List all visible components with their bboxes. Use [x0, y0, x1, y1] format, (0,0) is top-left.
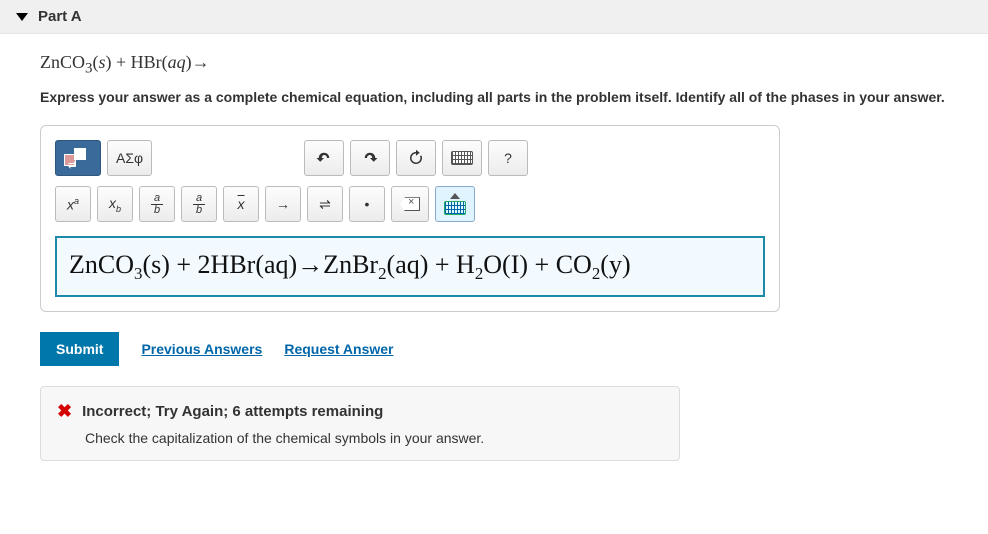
toolbar-secondary: xa xb ab ab x → ⇌ •	[55, 186, 765, 222]
greek-templates-button[interactable]: ΑΣφ	[107, 140, 152, 176]
dot-button[interactable]: •	[349, 186, 385, 222]
dot-icon: •	[365, 196, 370, 212]
toolbar-primary: ⇄ ΑΣφ ?	[55, 140, 765, 176]
superscript-icon: xa	[67, 196, 79, 213]
arrow-icon: →	[276, 196, 290, 212]
fraction-button[interactable]: ab	[139, 186, 175, 222]
caret-down-icon	[16, 13, 28, 21]
content-area: ZnCO3(s) + HBr(aq)→ Express your answer …	[0, 34, 988, 481]
submit-button[interactable]: Submit	[40, 332, 119, 366]
subscript-button[interactable]: xb	[97, 186, 133, 222]
feedback-box: ✖ Incorrect; Try Again; 6 attempts remai…	[40, 386, 680, 461]
fraction-hat-icon: ab	[193, 193, 205, 216]
special-keyboard-icon	[444, 193, 466, 215]
redo-icon	[361, 149, 379, 167]
xbar-icon: x	[238, 196, 245, 212]
backspace-button[interactable]	[391, 186, 429, 222]
keyboard-button[interactable]	[442, 140, 482, 176]
superscript-button[interactable]: xa	[55, 186, 91, 222]
greek-label: ΑΣφ	[116, 150, 143, 166]
help-label: ?	[504, 150, 512, 166]
reset-button[interactable]	[396, 140, 436, 176]
instructions-text: Express your answer as a complete chemic…	[40, 88, 948, 108]
fraction-hat-button[interactable]: ab	[181, 186, 217, 222]
special-keyboard-button[interactable]	[435, 186, 475, 222]
part-header[interactable]: Part A	[0, 0, 988, 34]
backspace-icon	[400, 197, 420, 211]
equilibrium-icon: ⇌	[319, 196, 331, 213]
previous-answers-link[interactable]: Previous Answers	[141, 341, 262, 357]
chemistry-icon: ⇄	[64, 148, 92, 168]
reset-icon	[407, 149, 425, 167]
arrow-button[interactable]: →	[265, 186, 301, 222]
help-button[interactable]: ?	[488, 140, 528, 176]
subscript-icon: xb	[109, 195, 121, 214]
feedback-title-row: ✖ Incorrect; Try Again; 6 attempts remai…	[57, 401, 663, 422]
chemistry-templates-button[interactable]: ⇄	[55, 140, 101, 176]
action-row: Submit Previous Answers Request Answer	[40, 332, 948, 366]
feedback-title: Incorrect; Try Again; 6 attempts remaini…	[82, 403, 383, 420]
request-answer-link[interactable]: Request Answer	[284, 341, 393, 357]
equation-prompt: ZnCO3(s) + HBr(aq)→	[40, 52, 948, 78]
incorrect-icon: ✖	[57, 401, 72, 422]
redo-button[interactable]	[350, 140, 390, 176]
answer-input[interactable]: ZnCO3(s) + 2HBr(aq)→ZnBr2(aq) + H2O(I) +…	[55, 236, 765, 297]
keyboard-icon	[451, 151, 473, 165]
undo-icon	[315, 149, 333, 167]
xbar-button[interactable]: x	[223, 186, 259, 222]
equilibrium-button[interactable]: ⇌	[307, 186, 343, 222]
undo-button[interactable]	[304, 140, 344, 176]
feedback-message: Check the capitalization of the chemical…	[85, 430, 663, 446]
fraction-icon: ab	[151, 193, 163, 216]
equation-editor: ⇄ ΑΣφ ? xa	[40, 125, 780, 312]
part-title: Part A	[38, 8, 82, 25]
